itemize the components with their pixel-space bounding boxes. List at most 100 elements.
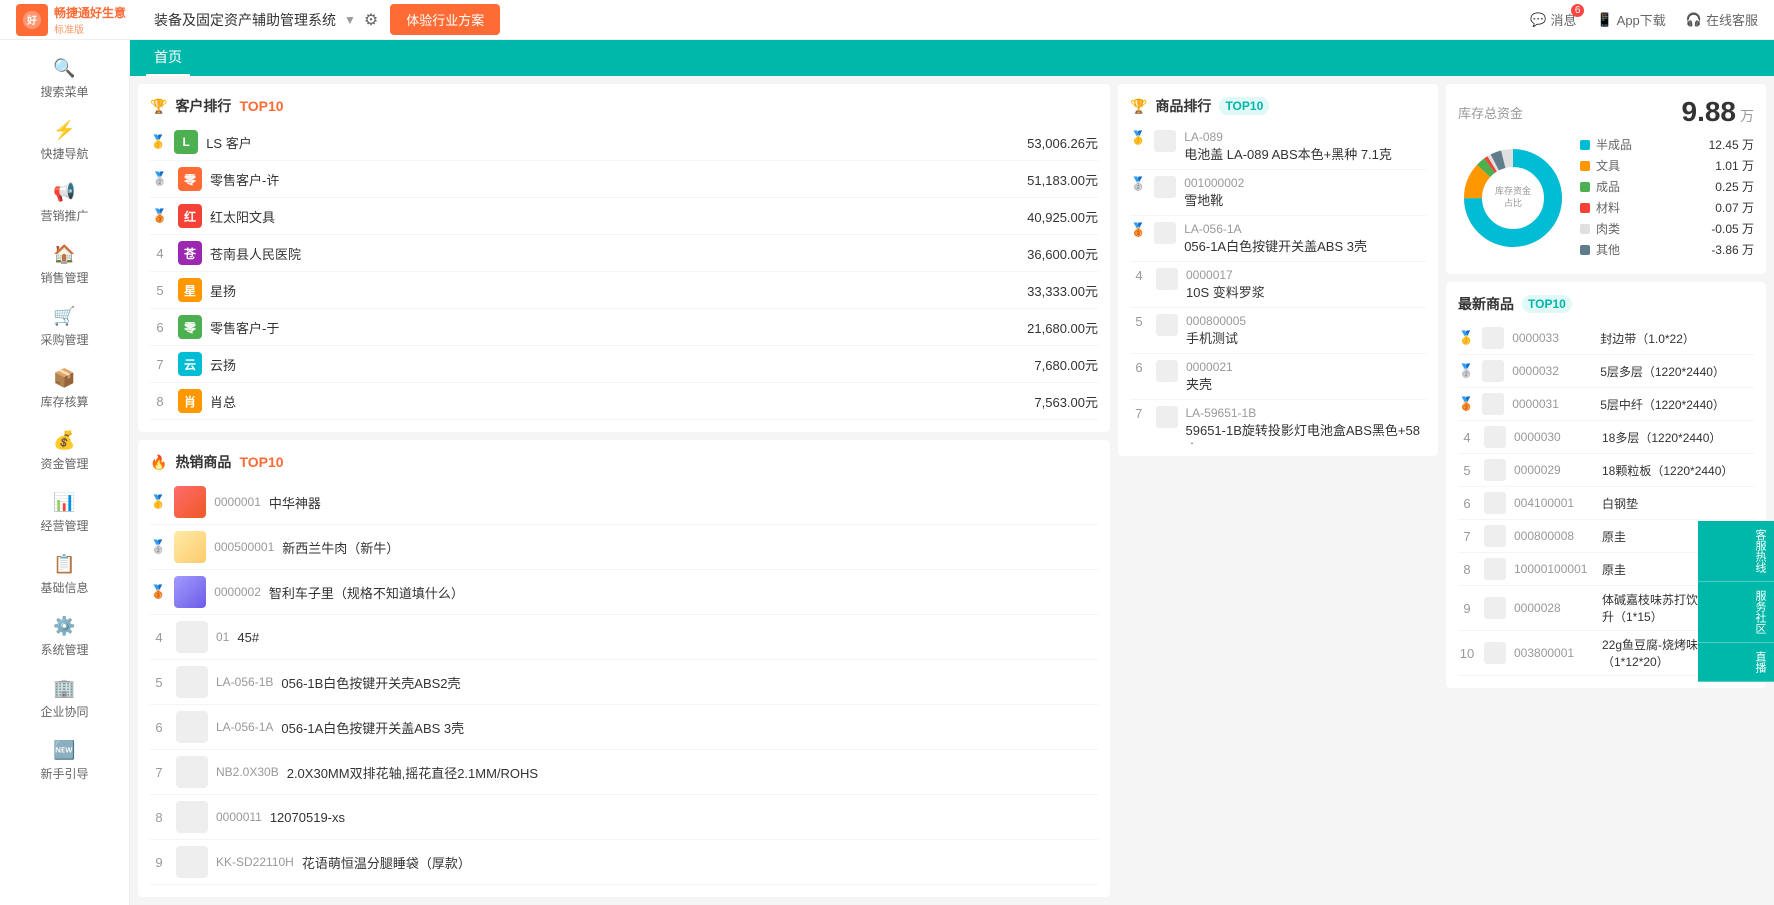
- customer-badge: 星: [178, 278, 202, 302]
- sidebar: 🔍 搜索菜单 ⚡ 快捷导航 📢 营销推广 🏠 销售管理 🛒 采购管理 📦 库存核…: [0, 40, 130, 905]
- logo-text-area: 畅捷通好生意 标准版: [54, 4, 126, 36]
- top-right-area: 💬 消息 6 📱 App下载 🎧 在线客服: [1530, 10, 1758, 29]
- live-button[interactable]: 直播: [1698, 643, 1774, 682]
- product-thumb: [1154, 130, 1176, 152]
- np-thumb: [1484, 642, 1506, 664]
- customer-badge: 肖: [178, 389, 202, 413]
- dropdown-arrow-icon[interactable]: ▼: [344, 13, 356, 27]
- legend-dot: [1580, 182, 1590, 192]
- sidebar-guide-label: 新手引导: [40, 765, 88, 782]
- top-bar: 好 畅捷通好生意 标准版 装备及固定资产辅助管理系统 ▼ ⚙ 体验行业方案 💬 …: [0, 0, 1774, 40]
- sidebar-item-sales[interactable]: 🏠 销售管理: [0, 234, 129, 296]
- sidebar-item-guide[interactable]: 🆕 新手引导: [0, 730, 129, 792]
- np-thumb: [1484, 558, 1506, 580]
- table-row: 4 苍 苍南县人民医院 36,600.00元: [150, 235, 1098, 272]
- basic-icon: 📋: [53, 554, 75, 575]
- legend-item: 成品 0.25 万: [1580, 178, 1754, 195]
- customer-badge: 零: [178, 167, 202, 191]
- legend-item: 半成品 12.45 万: [1580, 136, 1754, 153]
- donut-chart: 库存资金 占比: [1458, 143, 1568, 256]
- product-thumb: [1156, 360, 1178, 382]
- list-item: 🥈 001000002 雪地靴: [1130, 170, 1426, 216]
- list-item: 🥇 0000033 封边带（1.0*22）: [1458, 322, 1754, 355]
- table-row: 🥈 零 零售客户-许 51,183.00元: [150, 161, 1098, 198]
- sidebar-item-search[interactable]: 🔍 搜索菜单: [0, 48, 129, 110]
- message-badge: 6: [1571, 4, 1585, 17]
- sidebar-item-marketing[interactable]: 📢 营销推广: [0, 172, 129, 234]
- inventory-amount-area: 9.88 万: [1682, 96, 1755, 128]
- community-button[interactable]: 服务社区: [1698, 582, 1774, 643]
- medal-icon: 🥉: [150, 584, 166, 600]
- sidebar-operations-label: 经营管理: [40, 517, 88, 534]
- list-item: 5 0000029 18颗粒板（1220*2440）: [1458, 454, 1754, 487]
- sidebar-item-operations[interactable]: 📊 经营管理: [0, 482, 129, 544]
- sidebar-company-label: 企业协同: [40, 703, 88, 720]
- main-layout: 🔍 搜索菜单 ⚡ 快捷导航 📢 营销推广 🏠 销售管理 🛒 采购管理 📦 库存核…: [0, 0, 1774, 905]
- product-rank-info: 0000021 夹壳: [1186, 360, 1233, 393]
- sidebar-sales-label: 销售管理: [40, 269, 88, 286]
- table-row: 7 云 云扬 7,680.00元: [150, 346, 1098, 383]
- sidebar-item-inventory[interactable]: 📦 库存核算: [0, 358, 129, 420]
- settings-icon[interactable]: ⚙: [364, 10, 378, 30]
- system-selector[interactable]: 装备及固定资产辅助管理系统 ▼: [154, 10, 356, 30]
- list-item: 9 KK-SD22110H 花语萌恒温分腿睡袋（厚款）: [150, 840, 1098, 885]
- float-buttons: 客服热线 服务社区 直播: [1698, 521, 1774, 682]
- legend-item: 肉类 -0.05 万: [1580, 220, 1754, 237]
- logo-svg: 好: [22, 10, 42, 30]
- product-rank-info: 000800005 手机测试: [1186, 314, 1246, 347]
- customer-service-button[interactable]: 客服热线: [1698, 521, 1774, 582]
- company-icon: 🏢: [53, 678, 75, 699]
- marketing-icon: 📢: [53, 182, 75, 203]
- sidebar-purchase-label: 采购管理: [40, 331, 88, 348]
- content-grid: 🏆 客户排行 TOP10 🥇 L LS 客户 53,006.26元 🥈 零: [130, 76, 1774, 905]
- system-icon: ⚙️: [53, 616, 75, 637]
- flame-icon: 🔥: [150, 454, 167, 471]
- legend-dot: [1580, 224, 1590, 234]
- page-header: 首页: [130, 40, 1774, 76]
- np-thumb: [1482, 360, 1504, 382]
- service-label: 在线客服: [1706, 10, 1758, 29]
- np-thumb: [1482, 393, 1504, 415]
- inventory-label: 库存总资金: [1458, 103, 1523, 122]
- app-download-button[interactable]: 📱 App下载: [1596, 10, 1665, 29]
- sidebar-item-company[interactable]: 🏢 企业协同: [0, 668, 129, 730]
- product-image: [174, 576, 206, 608]
- product-rank-info: 0000017 10S 变料罗浆: [1186, 268, 1265, 301]
- np-thumb: [1482, 327, 1504, 349]
- right-column: 库存总资金 9.88 万: [1446, 84, 1766, 897]
- middle-column: 🏆 商品排行 TOP10 🥇 LA-089 电池盖 LA-089 ABS本色+黑…: [1118, 84, 1438, 897]
- table-row: 5 星 星扬 33,333.00元: [150, 272, 1098, 309]
- customer-badge: 云: [178, 352, 202, 376]
- list-item: 4 0000030 18多层（1220*2440）: [1458, 421, 1754, 454]
- table-row: 🥇 L LS 客户 53,006.26元: [150, 124, 1098, 161]
- sidebar-inventory-label: 库存核算: [40, 393, 88, 410]
- product-thumb: [1154, 222, 1176, 244]
- sidebar-item-purchase[interactable]: 🛒 采购管理: [0, 296, 129, 358]
- message-icon: 💬: [1530, 12, 1546, 28]
- system-name: 装备及固定资产辅助管理系统: [154, 10, 336, 30]
- message-button[interactable]: 💬 消息 6: [1530, 10, 1576, 29]
- list-item: 🥉 0000002 智利车子里（规格不知道填什么）: [150, 570, 1098, 615]
- operations-icon: 📊: [53, 492, 75, 513]
- online-service-button[interactable]: 🎧 在线客服: [1686, 10, 1758, 29]
- tab-home[interactable]: 首页: [146, 40, 190, 76]
- hot-products-section: 🔥 热销商品 TOP10 🥇 0000001 中华神器 🥈 000500001: [138, 440, 1110, 897]
- inventory-chart-area: 库存资金 占比 半成品 12.45 万: [1458, 136, 1754, 262]
- customer-badge: L: [174, 130, 198, 154]
- product-image: [176, 846, 208, 878]
- sidebar-item-shortcuts[interactable]: ⚡ 快捷导航: [0, 110, 129, 172]
- list-item: 7 LA-59651-1B 59651-1B旋转投影灯电池盒ABS黑色+58壳: [1130, 400, 1426, 444]
- sidebar-item-finance[interactable]: 💰 资金管理: [0, 420, 129, 482]
- customer-badge: 零: [178, 315, 202, 339]
- sidebar-item-system[interactable]: ⚙️ 系统管理: [0, 606, 129, 668]
- np-thumb: [1484, 459, 1506, 481]
- main-content: 首页 🏆 客户排行 TOP10 🥇 L LS 客户: [130, 40, 1774, 905]
- list-item: 6 004100001 白钢垫: [1458, 487, 1754, 520]
- headset-icon: 🎧: [1686, 12, 1702, 28]
- sidebar-item-basic[interactable]: 📋 基础信息: [0, 544, 129, 606]
- donut-svg: 库存资金 占比: [1458, 143, 1568, 253]
- finance-icon: 💰: [53, 430, 75, 451]
- list-item: 🥉 LA-056-1A 056-1A白色按键开关盖ABS 3壳: [1130, 216, 1426, 262]
- left-column: 🏆 客户排行 TOP10 🥇 L LS 客户 53,006.26元 🥈 零: [138, 84, 1110, 897]
- trial-button[interactable]: 体验行业方案: [390, 4, 500, 35]
